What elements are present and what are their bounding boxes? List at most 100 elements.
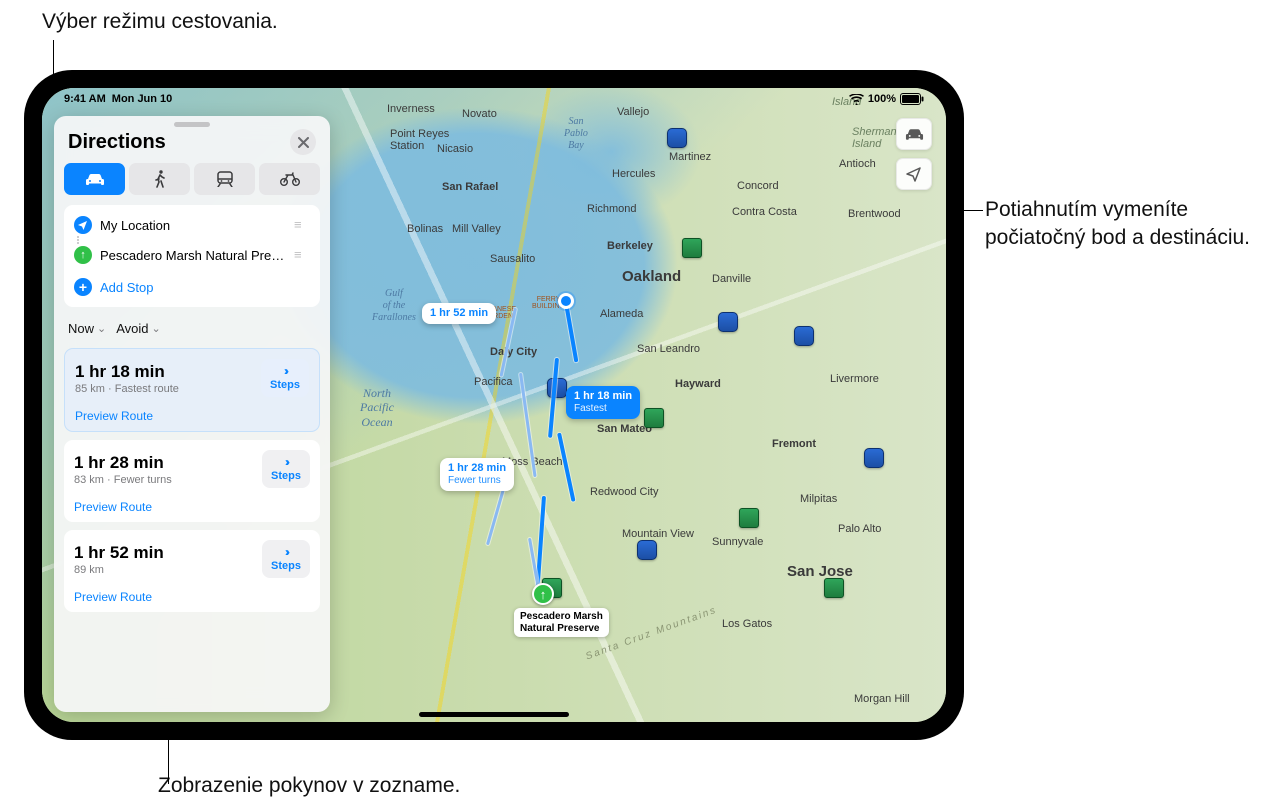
- city-fremont: Fremont: [772, 438, 816, 450]
- route-bubble-alt1[interactable]: 1 hr 28 minFewer turns: [440, 458, 514, 491]
- add-stop-label: Add Stop: [100, 280, 310, 295]
- route-sub: 89 km: [74, 564, 164, 576]
- shield-ca: [644, 408, 664, 428]
- status-time: 9:41 AM: [64, 93, 106, 105]
- water-label-san-pablo-bay: San Pablo Bay: [564, 116, 588, 152]
- shield-interstate: [637, 540, 657, 560]
- shield-interstate: [864, 448, 884, 468]
- shield-ca: [682, 238, 702, 258]
- options-row: Now Avoid: [54, 307, 330, 348]
- screen: North Pacific Ocean San Pablo Bay Gulf o…: [42, 88, 946, 722]
- preview-route-link[interactable]: Preview Route: [74, 500, 310, 514]
- water-label-gulf: Gulf of the Farallones: [372, 288, 416, 324]
- city-daly: Daly City: [490, 346, 537, 358]
- city-sherman: Sherman Island: [852, 126, 897, 150]
- routes-list: 1 hr 18 min 85 km · Fastest route ››Step…: [54, 348, 330, 712]
- stop-start[interactable]: My Location ≡: [64, 209, 320, 241]
- panel-grabber[interactable]: [174, 122, 210, 127]
- city-contra: Contra Costa: [732, 206, 797, 218]
- status-date: Mon Jun 10: [112, 93, 173, 105]
- route-time: 1 hr 18 min: [75, 362, 179, 382]
- mode-drive[interactable]: [64, 163, 125, 195]
- city-hercules: Hercules: [612, 168, 655, 180]
- mode-cycle[interactable]: [259, 163, 320, 195]
- callout-right: Potiahnutím vymeníte počiatočný bod a de…: [985, 196, 1275, 253]
- city-milpitas: Milpitas: [800, 493, 837, 505]
- chevron-right-icon: ››: [285, 546, 287, 558]
- city-nicasio: Nicasio: [437, 143, 473, 155]
- stops-list: My Location ≡ ↑ Pescadero Marsh Natural …: [64, 205, 320, 307]
- depart-time-button[interactable]: Now: [66, 317, 108, 340]
- route-sub: 85 km · Fastest route: [75, 383, 179, 395]
- battery-icon: [900, 93, 924, 105]
- city-alameda: Alameda: [600, 308, 643, 320]
- shield-ca: [824, 578, 844, 598]
- preview-route-link[interactable]: Preview Route: [75, 409, 309, 423]
- close-icon: [298, 137, 309, 148]
- city-pacifica: Pacifica: [474, 376, 513, 388]
- route-sub: 83 km · Fewer turns: [74, 474, 172, 486]
- bike-icon: [279, 172, 301, 186]
- shield-interstate: [667, 128, 687, 148]
- destination-icon: ↑: [74, 246, 92, 264]
- route-card-2[interactable]: 1 hr 28 min 83 km · Fewer turns ››Steps …: [64, 440, 320, 522]
- transit-icon: [216, 171, 234, 187]
- city-richmond: Richmond: [587, 203, 637, 215]
- panel-title: Directions: [68, 131, 166, 154]
- shield-interstate: [718, 312, 738, 332]
- city-los-gatos: Los Gatos: [722, 618, 772, 630]
- city-mill: Mill Valley: [452, 223, 501, 235]
- stop-end[interactable]: ↑ Pescadero Marsh Natural Preserve ≡: [64, 239, 320, 271]
- city-berkeley: Berkeley: [607, 240, 653, 252]
- stop-end-label: Pescadero Marsh Natural Preserve: [100, 248, 286, 263]
- mode-walk[interactable]: [129, 163, 190, 195]
- plus-icon: +: [74, 278, 92, 296]
- location-icon: [74, 216, 92, 234]
- city-danville: Danville: [712, 273, 751, 285]
- route-bubble-alt2[interactable]: 1 hr 52 min: [422, 303, 496, 324]
- city-antioch: Antioch: [839, 158, 876, 170]
- route-time: 1 hr 28 min: [74, 453, 172, 473]
- map-mode-button[interactable]: [896, 118, 932, 150]
- mode-segmented-control: [54, 163, 330, 205]
- ipad-frame: North Pacific Ocean San Pablo Bay Gulf o…: [24, 70, 964, 740]
- wifi-icon: [849, 94, 864, 105]
- chevron-right-icon: ››: [284, 365, 286, 377]
- current-location-dot: [558, 293, 574, 309]
- city-san-rafael: San Rafael: [442, 181, 498, 193]
- city-martinez: Martinez: [669, 151, 711, 163]
- add-stop[interactable]: + Add Stop: [64, 271, 320, 303]
- city-mtn-view: Mountain View: [622, 528, 694, 540]
- steps-button[interactable]: ››Steps: [261, 359, 309, 397]
- city-oakland: Oakland: [622, 268, 681, 285]
- directions-panel: Directions: [54, 116, 330, 712]
- drag-handle-icon[interactable]: ≡: [294, 222, 310, 229]
- city-palo-alto: Palo Alto: [838, 523, 881, 535]
- steps-button[interactable]: ››Steps: [262, 540, 310, 578]
- car-icon: [84, 172, 106, 187]
- walk-icon: [154, 170, 166, 188]
- avoid-button[interactable]: Avoid: [114, 317, 163, 340]
- home-indicator[interactable]: [419, 712, 569, 717]
- route-card-3[interactable]: 1 hr 52 min 89 km ››Steps Preview Route: [64, 530, 320, 612]
- city-redwood: Redwood City: [590, 486, 658, 498]
- chevron-right-icon: ››: [285, 456, 287, 468]
- route-bubble-selected[interactable]: 1 hr 18 minFastest: [566, 386, 640, 419]
- city-hayward: Hayward: [675, 378, 721, 390]
- city-brentwood: Brentwood: [848, 208, 901, 220]
- mode-transit[interactable]: [194, 163, 255, 195]
- close-button[interactable]: [290, 129, 316, 155]
- route-card-1[interactable]: 1 hr 18 min 85 km · Fastest route ››Step…: [64, 348, 320, 432]
- location-arrow-icon: [906, 166, 922, 182]
- shield-interstate: [547, 378, 567, 398]
- preview-route-link[interactable]: Preview Route: [74, 590, 310, 604]
- steps-button[interactable]: ››Steps: [262, 450, 310, 488]
- locate-button[interactable]: [896, 158, 932, 190]
- destination-label: Pescadero Marsh Natural Preserve: [514, 608, 609, 637]
- city-livermore: Livermore: [830, 373, 879, 385]
- status-bar: 9:41 AM Mon Jun 10 100%: [42, 88, 946, 110]
- city-morgan-hill: Morgan Hill: [854, 693, 910, 705]
- drag-handle-icon[interactable]: ≡: [294, 252, 310, 259]
- city-sausalito: Sausalito: [490, 253, 535, 265]
- callout-bottom: Zobrazenie pokynov v zozname.: [158, 772, 460, 800]
